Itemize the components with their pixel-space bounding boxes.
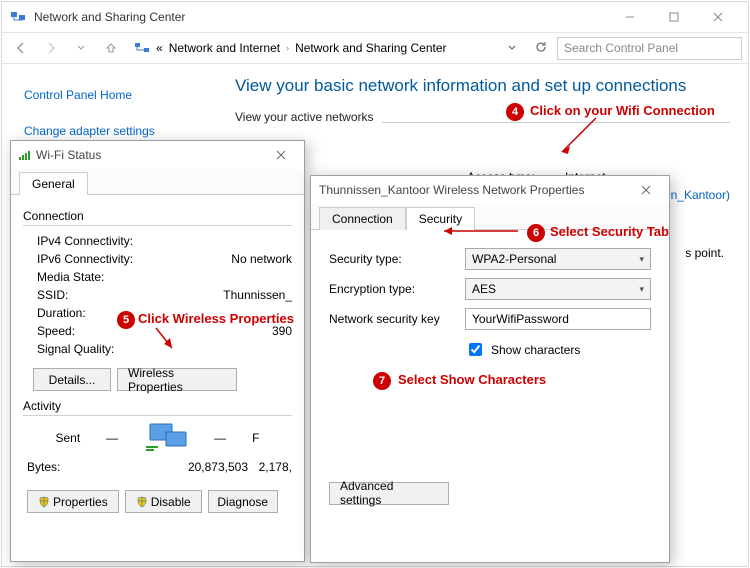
wifi-status-title: Wi-Fi Status xyxy=(36,148,101,162)
tab-row: General xyxy=(11,169,304,195)
advanced-settings-button[interactable]: Advanced settings xyxy=(329,482,449,505)
breadcrumb-item-2[interactable]: Network and Sharing Center xyxy=(295,41,446,55)
network-key-input[interactable]: YourWifiPassword xyxy=(465,308,651,330)
back-button[interactable] xyxy=(8,35,34,61)
connection-group-label: Connection xyxy=(23,209,292,223)
forward-button[interactable] xyxy=(38,35,64,61)
search-placeholder: Search Control Panel xyxy=(564,41,678,55)
network-key-label: Network security key xyxy=(329,312,457,326)
recent-dropdown[interactable] xyxy=(68,35,94,61)
speed-value: 390 xyxy=(158,324,292,338)
annotation-badge-4: 4 xyxy=(506,103,524,121)
security-type-select[interactable]: WPA2-Personal ▾ xyxy=(465,248,651,270)
network-icon xyxy=(134,40,150,56)
change-adapter-link[interactable]: Change adapter settings xyxy=(24,124,213,138)
ssid-value: Thunnissen_ xyxy=(158,288,292,302)
page-heading: View your basic network information and … xyxy=(235,76,730,96)
network-center-icon xyxy=(10,9,26,25)
chevron-down-icon: ▾ xyxy=(639,254,644,265)
ipv4-label: IPv4 Connectivity: xyxy=(23,234,158,248)
ipv6-label: IPv6 Connectivity: xyxy=(23,252,158,266)
details-button[interactable]: Details... xyxy=(33,368,111,391)
maximize-button[interactable] xyxy=(652,3,696,31)
encryption-type-label: Encryption type: xyxy=(329,282,457,296)
props-title: Thunnissen_Kantoor Wireless Network Prop… xyxy=(319,183,584,197)
annotation-text-5: Click Wireless Properties xyxy=(138,311,294,326)
wifi-status-dialog: Wi-Fi Status General Connection IPv4 Con… xyxy=(10,140,305,562)
search-input[interactable]: Search Control Panel xyxy=(557,37,742,60)
annotation-badge-6: 6 xyxy=(527,224,545,242)
annotation-text-6: Select Security Tab xyxy=(550,224,669,239)
minimize-button[interactable] xyxy=(608,3,652,31)
show-characters-label: Show characters xyxy=(491,343,580,357)
titlebar: Network and Sharing Center xyxy=(2,2,748,32)
security-type-label: Security type: xyxy=(329,252,457,266)
encryption-type-select[interactable]: AES ▾ xyxy=(465,278,651,300)
annotation-badge-7: 7 xyxy=(373,372,391,390)
bytes-sent: 20,873,503 xyxy=(158,460,248,474)
breadcrumb-sep0: « xyxy=(156,41,163,55)
address-bar: « Network and Internet › Network and Sha… xyxy=(2,32,748,64)
props-titlebar: Thunnissen_Kantoor Wireless Network Prop… xyxy=(311,176,669,204)
control-panel-home-link[interactable]: Control Panel Home xyxy=(24,88,213,102)
bytes-recv: 2,178, xyxy=(259,460,292,474)
received-label: F xyxy=(252,431,259,445)
annotation-text-4: Click on your Wifi Connection xyxy=(530,103,715,118)
bytes-label: Bytes: xyxy=(23,460,158,474)
chevron-down-icon: ▾ xyxy=(639,284,644,295)
close-button[interactable] xyxy=(266,144,296,166)
chevron-right-icon: › xyxy=(286,43,289,53)
properties-button[interactable]: Properties xyxy=(27,490,119,513)
breadcrumb[interactable]: « Network and Internet › Network and Sha… xyxy=(128,36,495,60)
encryption-value: AES xyxy=(472,282,496,296)
tab-security[interactable]: Security xyxy=(406,207,475,230)
wireless-properties-button[interactable]: Wireless Properties xyxy=(117,368,237,391)
ssid-label: SSID: xyxy=(23,288,158,302)
active-networks-label: View your active networks xyxy=(235,110,374,124)
close-button[interactable] xyxy=(631,179,661,201)
network-key-value: YourWifiPassword xyxy=(472,312,569,326)
signal-icon xyxy=(19,150,30,160)
disable-button[interactable]: Disable xyxy=(125,490,202,513)
sent-label: Sent xyxy=(55,431,80,445)
dash-1: — xyxy=(106,431,118,445)
tab-general[interactable]: General xyxy=(19,172,88,195)
disable-label: Disable xyxy=(151,495,191,509)
computer-icon xyxy=(144,422,188,454)
breadcrumb-dropdown[interactable] xyxy=(499,35,525,61)
media-label: Media State: xyxy=(23,270,158,284)
annotation-text-7: Select Show Characters xyxy=(398,372,546,387)
signal-label: Signal Quality: xyxy=(23,342,158,356)
speed-label: Speed: xyxy=(23,324,158,338)
ipv6-value: No network xyxy=(158,252,292,266)
breadcrumb-item-1[interactable]: Network and Internet xyxy=(169,41,280,55)
security-type-value: WPA2-Personal xyxy=(472,252,556,266)
show-characters-checkbox[interactable] xyxy=(469,343,482,356)
close-button[interactable] xyxy=(696,3,740,31)
tab-connection[interactable]: Connection xyxy=(319,207,406,230)
divider xyxy=(382,122,730,123)
annotation-badge-5: 5 xyxy=(117,311,135,329)
window-title: Network and Sharing Center xyxy=(34,10,608,24)
refresh-button[interactable] xyxy=(529,40,553,57)
dash-2: — xyxy=(214,431,226,445)
wifi-status-titlebar: Wi-Fi Status xyxy=(11,141,304,169)
properties-label: Properties xyxy=(53,495,108,509)
up-button[interactable] xyxy=(98,35,124,61)
diagnose-button[interactable]: Diagnose xyxy=(208,490,278,513)
activity-group-label: Activity xyxy=(23,399,292,413)
